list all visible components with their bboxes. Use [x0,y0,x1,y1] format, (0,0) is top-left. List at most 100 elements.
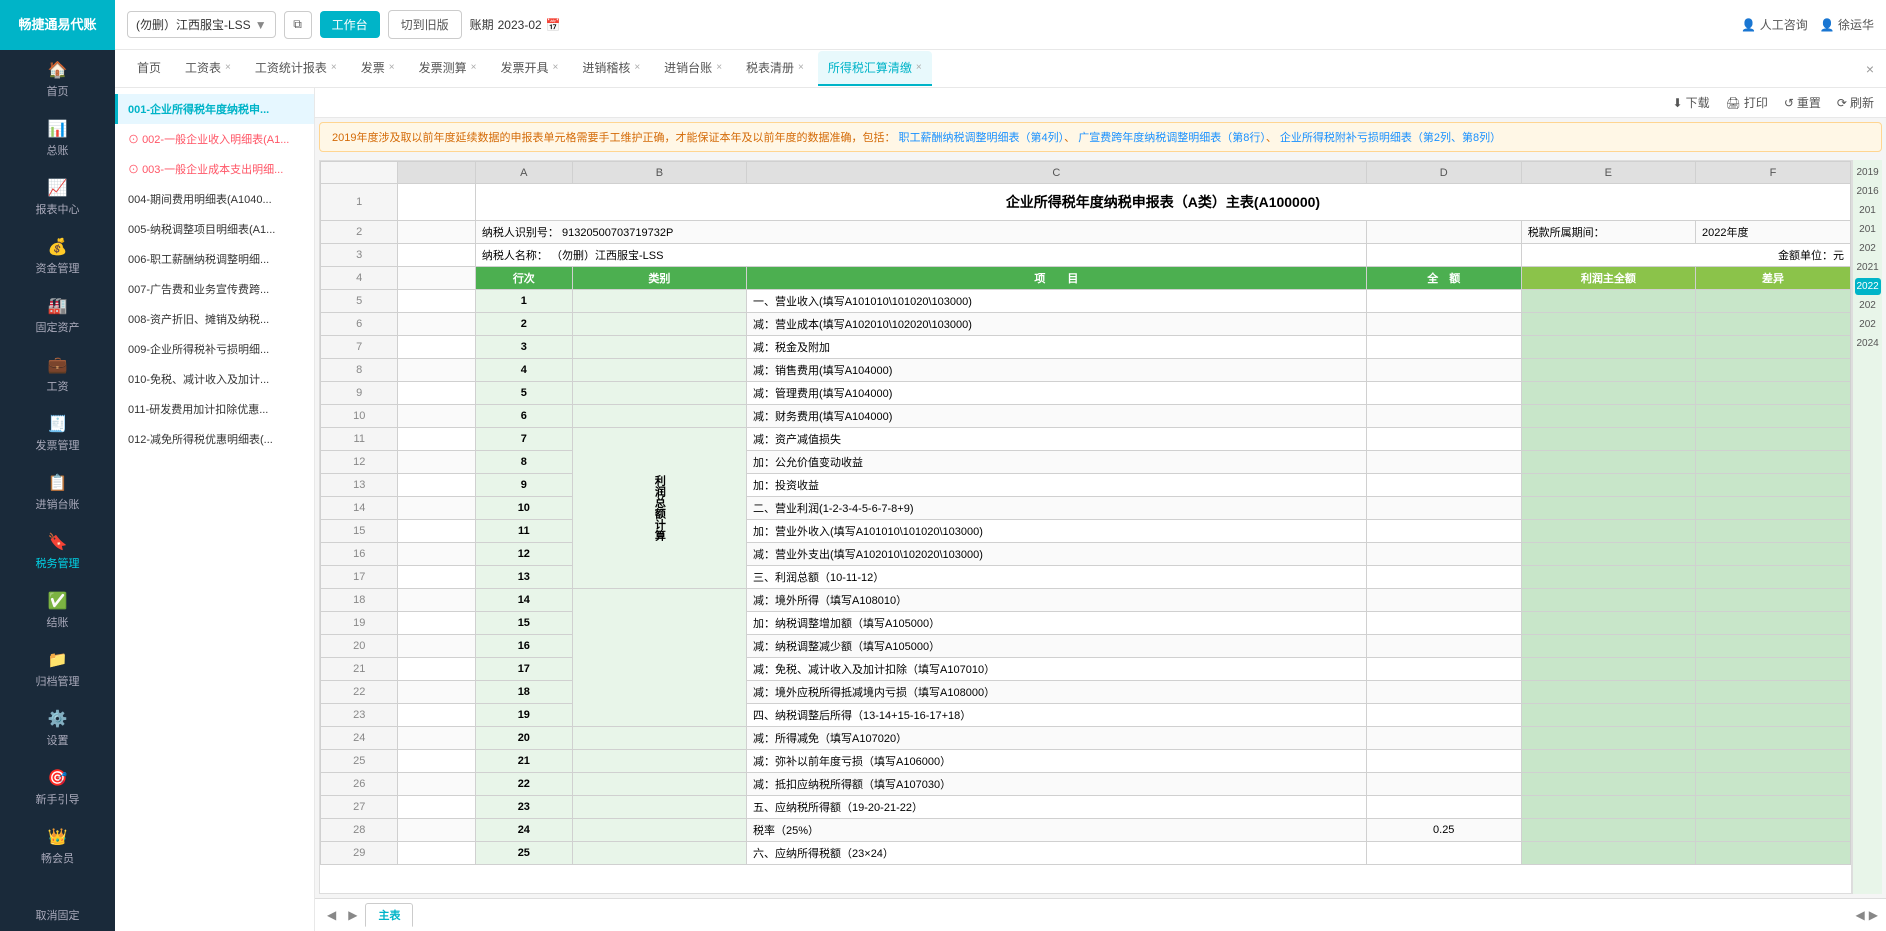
warning-link-3[interactable]: 企业所得税附补亏损明细表（第2列、第8列） [1280,132,1501,144]
sheet-nav-next[interactable]: ▶ [344,906,361,924]
row-4-item[interactable]: 减：销售费用(填写A104000) [747,359,1367,382]
year-2016[interactable]: 2016 [1855,183,1881,200]
tab-payroll-stats[interactable]: 工资统计报表 × [245,51,347,86]
tab-sales-audit-close[interactable]: × [634,62,640,73]
list-item-005[interactable]: 005-纳税调整项目明细表(A1... [115,214,314,244]
row-7-amount[interactable] [1366,428,1521,451]
warning-link-1[interactable]: 职工薪酬纳税调整明细表（第4列） [899,132,1065,144]
row-3-amount[interactable] [1366,336,1521,359]
year-2024[interactable]: 2024 [1855,335,1881,352]
row-1-diff[interactable] [1695,290,1850,313]
company-selector[interactable]: (勿删）江西服宝-LSS ▼ [127,11,276,38]
tab-home[interactable]: 首页 [127,51,171,86]
sidebar-item-assets[interactable]: 🏭 固定资产 [0,286,115,345]
row-5-profit[interactable] [1521,382,1695,405]
list-item-008[interactable]: 008-资产折旧、摊销及纳税... [115,304,314,334]
sidebar-item-report[interactable]: 📈 报表中心 [0,168,115,227]
sidebar-item-invoice[interactable]: 🧾 发票管理 [0,404,115,463]
year-2022[interactable]: 2022 [1855,278,1881,295]
tab-sales-audit[interactable]: 进销稽核 × [572,51,650,86]
row-3-profit[interactable] [1521,336,1695,359]
nav-close-all[interactable]: × [1866,61,1874,77]
row-6-item[interactable]: 减：财务费用(填写A104000) [747,405,1367,428]
row-2-item[interactable]: 减：营业成本(填写A102010\102020\103000) [747,313,1367,336]
row-5-item[interactable]: 减：管理费用(填写A104000) [747,382,1367,405]
row-2-amount[interactable] [1366,313,1521,336]
row-2-diff[interactable] [1695,313,1850,336]
switch-old-button[interactable]: 切到旧版 [388,10,462,39]
tab-sales-ledger-close[interactable]: × [716,62,722,73]
copy-icon-button[interactable]: ⧉ [284,11,312,39]
sidebar-unpin-button[interactable]: 取消固定 [0,899,115,931]
tab-income-tax-close[interactable]: × [916,62,922,73]
tab-income-tax[interactable]: 所得税汇算清缴 × [818,51,932,86]
calendar-icon[interactable]: 📅 [546,18,561,32]
row-7-diff[interactable] [1695,428,1850,451]
sheet-tab-main[interactable]: 主表 [365,903,413,927]
row-7-profit[interactable] [1521,428,1695,451]
list-item-004[interactable]: 004-期间费用明细表(A1040... [115,184,314,214]
list-item-006[interactable]: 006-职工薪酬纳税调整明细... [115,244,314,274]
sidebar-item-close[interactable]: ✅ 结账 [0,581,115,640]
list-item-002[interactable]: ⊙ 002-一般企业收入明细表(A1... [115,124,314,154]
year-2019[interactable]: 2019 [1855,164,1881,181]
workbench-button[interactable]: 工作台 [320,11,380,38]
download-button[interactable]: ⬇ 下载 [1673,94,1710,111]
tab-invoice-issue[interactable]: 发票开具 × [490,51,568,86]
year-202b[interactable]: 202 [1855,316,1881,333]
tab-sales-ledger[interactable]: 进销台账 × [654,51,732,86]
row-4-diff[interactable] [1695,359,1850,382]
sidebar-item-settings[interactable]: ⚙️ 设置 [0,699,115,758]
tab-tax-clearance[interactable]: 税表清册 × [736,51,814,86]
row-5-diff[interactable] [1695,382,1850,405]
row-4-profit[interactable] [1521,359,1695,382]
row-3-diff[interactable] [1695,336,1850,359]
sidebar-item-tax[interactable]: 🔖 税务管理 [0,522,115,581]
warning-link-2[interactable]: 广宣费跨年度纳税调整明细表（第8行） [1078,132,1266,144]
row-7-item[interactable]: 减：资产减值损失 [747,428,1367,451]
refresh-button[interactable]: ⟳ 刷新 [1837,94,1874,111]
year-201b[interactable]: 201 [1855,221,1881,238]
row-5-amount[interactable] [1366,382,1521,405]
spreadsheet-container[interactable]: A B C D E F 1 [319,160,1852,894]
row-4-amount[interactable] [1366,359,1521,382]
row-1-item[interactable]: 一、营业收入(填写A101010\101020\103000) [747,290,1367,313]
sidebar-item-guide[interactable]: 🎯 新手引导 [0,758,115,817]
list-item-011[interactable]: 011-研发费用加计扣除优惠... [115,394,314,424]
row-1-profit[interactable] [1521,290,1695,313]
scroll-left-icon[interactable]: ◀ [1856,908,1865,922]
tab-tax-clearance-close[interactable]: × [798,62,804,73]
tab-invoice-calc[interactable]: 发票测算 × [409,51,487,86]
row-3-item[interactable]: 减：税金及附加 [747,336,1367,359]
list-item-010[interactable]: 010-免税、减计收入及加计... [115,364,314,394]
tab-payroll[interactable]: 工资表 × [175,51,241,86]
row-1-amount[interactable] [1366,290,1521,313]
list-item-007[interactable]: 007-广告费和业务宣传费跨... [115,274,314,304]
year-201a[interactable]: 201 [1855,202,1881,219]
sidebar-item-payroll[interactable]: 💼 工资 [0,345,115,404]
tab-invoice[interactable]: 发票 × [351,51,405,86]
tab-payroll-stats-close[interactable]: × [331,62,337,73]
sidebar-item-sales[interactable]: 📋 进销台账 [0,463,115,522]
sidebar-item-home[interactable]: 🏠 首页 [0,50,115,109]
row-6-profit[interactable] [1521,405,1695,428]
list-item-003[interactable]: ⊙ 003-一般企业成本支出明细... [115,154,314,184]
list-item-012[interactable]: 012-减免所得税优惠明细表(... [115,424,314,454]
row-6-diff[interactable] [1695,405,1850,428]
user-service-link[interactable]: 👤 人工咨询 [1741,16,1807,33]
year-2020[interactable]: 202 [1855,240,1881,257]
sheet-nav-prev[interactable]: ◀ [323,906,340,924]
reset-button[interactable]: ↺ 重置 [1784,94,1821,111]
tab-invoice-close[interactable]: × [389,62,395,73]
scroll-right-icon[interactable]: ▶ [1869,908,1878,922]
sidebar-item-finance[interactable]: 💰 资金管理 [0,227,115,286]
row-2-profit[interactable] [1521,313,1695,336]
row-6-amount[interactable] [1366,405,1521,428]
sidebar-item-member[interactable]: 👑 畅会员 [0,817,115,876]
tab-payroll-close[interactable]: × [225,62,231,73]
list-item-009[interactable]: 009-企业所得税补亏损明细... [115,334,314,364]
year-2021[interactable]: 2021 [1855,259,1881,276]
sidebar-item-ledger[interactable]: 📊 总账 [0,109,115,168]
year-202a[interactable]: 202 [1855,297,1881,314]
tab-invoice-calc-close[interactable]: × [471,62,477,73]
